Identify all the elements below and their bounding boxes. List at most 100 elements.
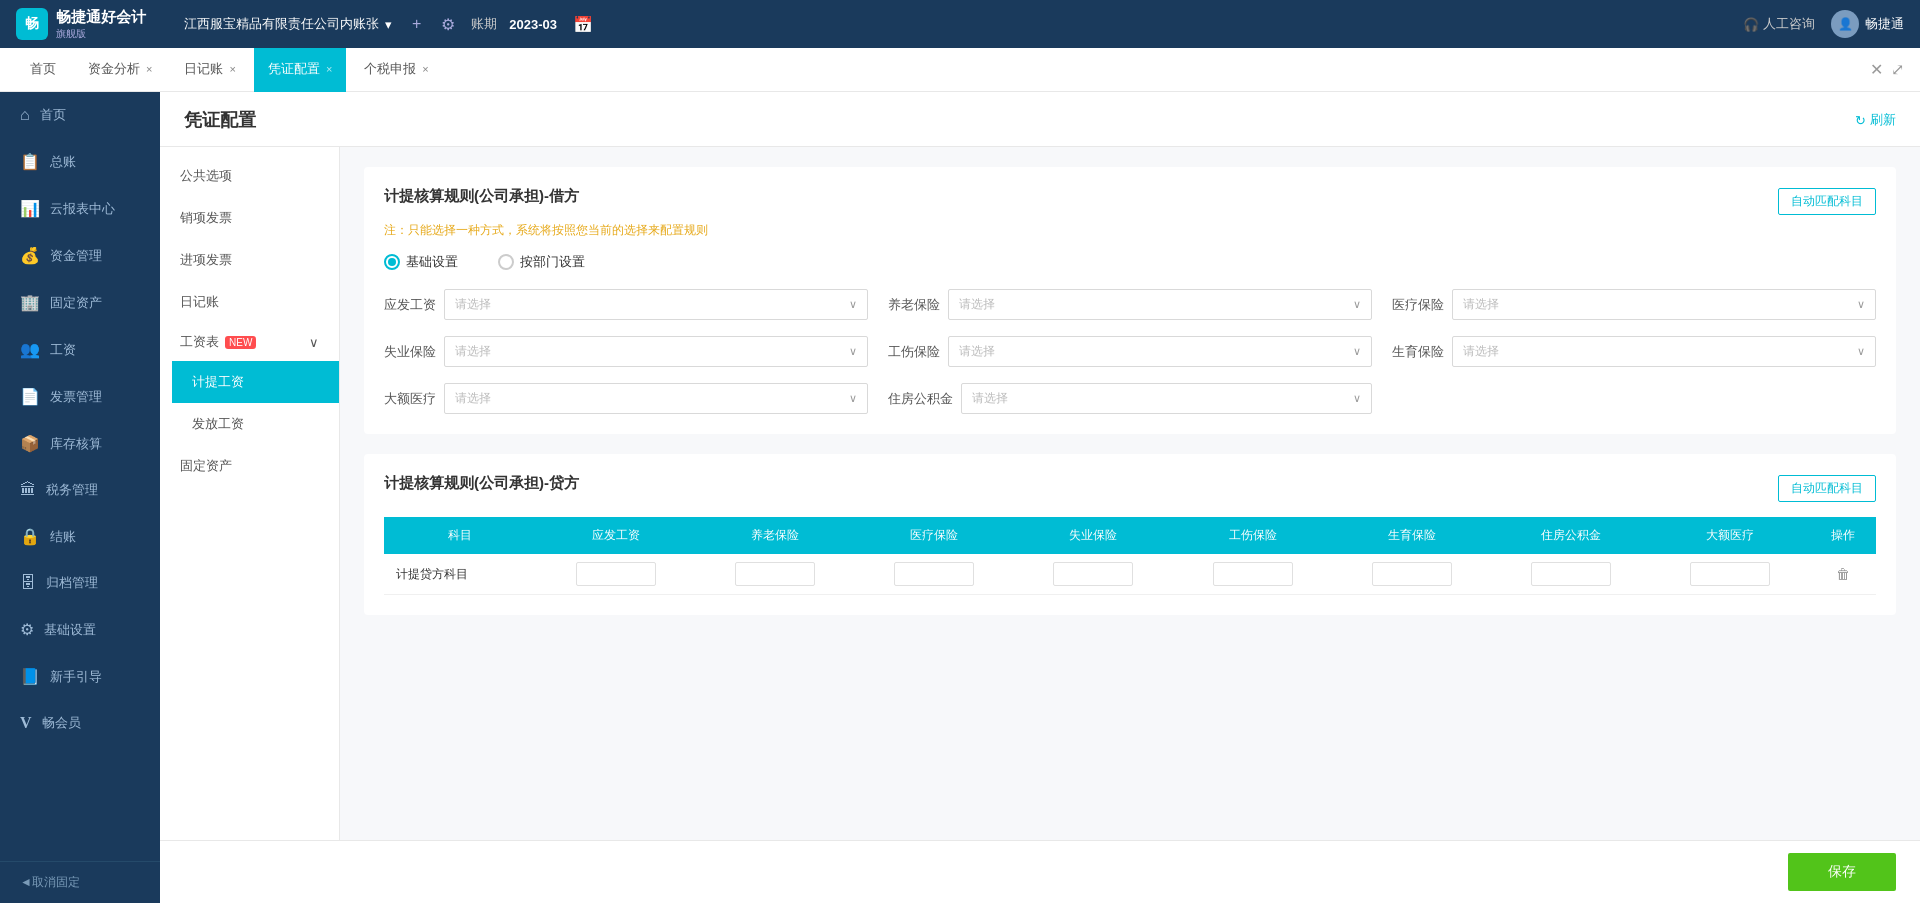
sidebar-item-archive[interactable]: 🗄 归档管理 bbox=[0, 560, 160, 606]
sidebar-item-tax[interactable]: 🏛 税务管理 bbox=[0, 467, 160, 513]
nav-purchase[interactable]: 进项发票 bbox=[160, 239, 339, 281]
tab-home[interactable]: 首页 bbox=[16, 48, 70, 92]
debit-section-title: 计提核算规则(公司承担)-借方 bbox=[384, 187, 579, 206]
sidebar-item-vip[interactable]: V 畅会员 bbox=[0, 700, 160, 746]
sidebar-item-ledger[interactable]: 📋 总账 bbox=[0, 138, 160, 185]
th-unemployment: 失业保险 bbox=[1014, 517, 1173, 554]
calendar-icon[interactable]: 📅 bbox=[569, 11, 597, 38]
tax-icon: 🏛 bbox=[20, 481, 36, 499]
input-salary[interactable] bbox=[576, 562, 656, 586]
close-tab-finance[interactable]: × bbox=[146, 63, 152, 75]
sidebar-item-salary[interactable]: 👥 工资 bbox=[0, 326, 160, 373]
debit-auto-match-button[interactable]: 自动匹配科目 bbox=[1778, 188, 1876, 215]
credit-section: 计提核算规则(公司承担)-贷方 自动匹配科目 科目 应发工资 养老保险 医疗保险 bbox=[364, 454, 1896, 615]
form-item-maternity: 生育保险 请选择 ∨ bbox=[1392, 336, 1876, 367]
salary-select[interactable]: 请选择 ∨ bbox=[444, 289, 868, 320]
radio-basic[interactable]: 基础设置 bbox=[384, 253, 458, 271]
nav-sales[interactable]: 销项发票 bbox=[160, 197, 339, 239]
cell-large-medical[interactable] bbox=[1650, 554, 1809, 595]
sidebar-item-invoice[interactable]: 📄 发票管理 bbox=[0, 373, 160, 420]
credit-auto-match-button[interactable]: 自动匹配科目 bbox=[1778, 475, 1876, 502]
service-button[interactable]: 🎧 人工咨询 bbox=[1743, 15, 1815, 33]
settings-button[interactable]: ⚙ bbox=[437, 11, 459, 38]
cell-salary[interactable] bbox=[537, 554, 696, 595]
sidebar-item-funds[interactable]: 💰 资金管理 bbox=[0, 232, 160, 279]
housing-select[interactable]: 请选择 ∨ bbox=[961, 383, 1372, 414]
input-unemployment[interactable] bbox=[1053, 562, 1133, 586]
radio-dept[interactable]: 按部门设置 bbox=[498, 253, 585, 271]
tab-finance[interactable]: 资金分析 × bbox=[74, 48, 166, 92]
large-medical-select[interactable]: 请选择 ∨ bbox=[444, 383, 868, 414]
salary-label: 应发工资 bbox=[384, 296, 436, 314]
sidebar-item-settings[interactable]: ⚙ 基础设置 bbox=[0, 606, 160, 653]
sidebar-item-reports[interactable]: 📊 云报表中心 bbox=[0, 185, 160, 232]
top-center: + ⚙ 账期 2023-03 📅 bbox=[392, 11, 1743, 38]
close-tab-voucher[interactable]: × bbox=[326, 63, 332, 75]
nav-fixed-assets[interactable]: 固定资产 bbox=[160, 445, 339, 487]
pension-select[interactable]: 请选择 ∨ bbox=[948, 289, 1372, 320]
delete-row-icon[interactable]: 🗑 bbox=[1836, 566, 1850, 582]
th-medical: 医疗保险 bbox=[855, 517, 1014, 554]
tab-bar-actions: ✕ ⤢ bbox=[1870, 60, 1904, 79]
nav-public[interactable]: 公共选项 bbox=[160, 155, 339, 197]
cell-medical[interactable] bbox=[855, 554, 1014, 595]
left-nav: 公共选项 销项发票 进项发票 日记账 工资表 NEW ∨ bbox=[160, 147, 340, 903]
input-housing[interactable] bbox=[1531, 562, 1611, 586]
tab-tax[interactable]: 个税申报 × bbox=[350, 48, 442, 92]
guide-icon: 📘 bbox=[20, 667, 40, 686]
tab-journal[interactable]: 日记账 × bbox=[170, 48, 249, 92]
sidebar-item-home[interactable]: ⌂ 首页 bbox=[0, 92, 160, 138]
nav-calc-salary[interactable]: 计提工资 bbox=[172, 361, 339, 403]
tab-voucher[interactable]: 凭证配置 × bbox=[254, 48, 346, 92]
company-selector[interactable]: 江西服宝精品有限责任公司内账张 ▾ bbox=[184, 15, 392, 33]
credit-section-title: 计提核算规则(公司承担)-贷方 bbox=[384, 474, 579, 493]
company-dropdown-icon[interactable]: ▾ bbox=[385, 17, 392, 32]
close-window-icon[interactable]: ✕ bbox=[1870, 60, 1883, 79]
input-pension[interactable] bbox=[735, 562, 815, 586]
expand-icon[interactable]: ⤢ bbox=[1891, 60, 1904, 79]
injury-select[interactable]: 请选择 ∨ bbox=[948, 336, 1372, 367]
debit-warning: 注：只能选择一种方式，系统将按照您当前的选择来配置规则 bbox=[384, 222, 1876, 239]
nav-journal[interactable]: 日记账 bbox=[160, 281, 339, 323]
vip-icon: V bbox=[20, 714, 32, 732]
user-info[interactable]: 👤 畅捷通 bbox=[1831, 10, 1904, 38]
sidebar-item-guide[interactable]: 📘 新手引导 bbox=[0, 653, 160, 700]
radio-basic-circle bbox=[384, 254, 400, 270]
input-large-medical[interactable] bbox=[1690, 562, 1770, 586]
sidebar-item-inventory[interactable]: 📦 库存核算 bbox=[0, 420, 160, 467]
input-medical[interactable] bbox=[894, 562, 974, 586]
th-injury: 工伤保险 bbox=[1173, 517, 1332, 554]
unpin-button[interactable]: ◄取消固定 bbox=[0, 861, 160, 903]
unemployment-select[interactable]: 请选择 ∨ bbox=[444, 336, 868, 367]
cell-housing[interactable] bbox=[1491, 554, 1650, 595]
close-tab-journal[interactable]: × bbox=[229, 63, 235, 75]
input-maternity[interactable] bbox=[1372, 562, 1452, 586]
refresh-button[interactable]: ↻ 刷新 bbox=[1855, 111, 1896, 129]
th-pension: 养老保险 bbox=[696, 517, 855, 554]
archive-icon: 🗄 bbox=[20, 574, 36, 592]
maternity-select[interactable]: 请选择 ∨ bbox=[1452, 336, 1876, 367]
input-injury[interactable] bbox=[1213, 562, 1293, 586]
nav-pay-salary[interactable]: 发放工资 bbox=[172, 403, 339, 445]
period-label: 账期 bbox=[471, 15, 497, 33]
th-housing: 住房公积金 bbox=[1491, 517, 1650, 554]
save-button[interactable]: 保存 bbox=[1788, 853, 1896, 891]
cell-unemployment[interactable] bbox=[1014, 554, 1173, 595]
cell-maternity[interactable] bbox=[1332, 554, 1491, 595]
sidebar-item-close[interactable]: 🔒 结账 bbox=[0, 513, 160, 560]
maternity-placeholder: 请选择 bbox=[1463, 343, 1499, 360]
medical-chevron-icon: ∨ bbox=[1857, 298, 1865, 311]
sidebar-item-assets[interactable]: 🏢 固定资产 bbox=[0, 279, 160, 326]
close-tab-tax[interactable]: × bbox=[422, 63, 428, 75]
form-item-pension: 养老保险 请选择 ∨ bbox=[888, 289, 1372, 320]
medical-select[interactable]: 请选择 ∨ bbox=[1452, 289, 1876, 320]
user-name: 畅捷通 bbox=[1865, 15, 1904, 33]
inventory-icon: 📦 bbox=[20, 434, 40, 453]
cell-injury[interactable] bbox=[1173, 554, 1332, 595]
invoice-icon: 📄 bbox=[20, 387, 40, 406]
cell-pension[interactable] bbox=[696, 554, 855, 595]
medical-label: 医疗保险 bbox=[1392, 296, 1444, 314]
nav-salary-table[interactable]: 工资表 NEW ∨ bbox=[160, 323, 339, 361]
large-medical-chevron-icon: ∨ bbox=[849, 392, 857, 405]
add-button[interactable]: + bbox=[408, 11, 425, 37]
